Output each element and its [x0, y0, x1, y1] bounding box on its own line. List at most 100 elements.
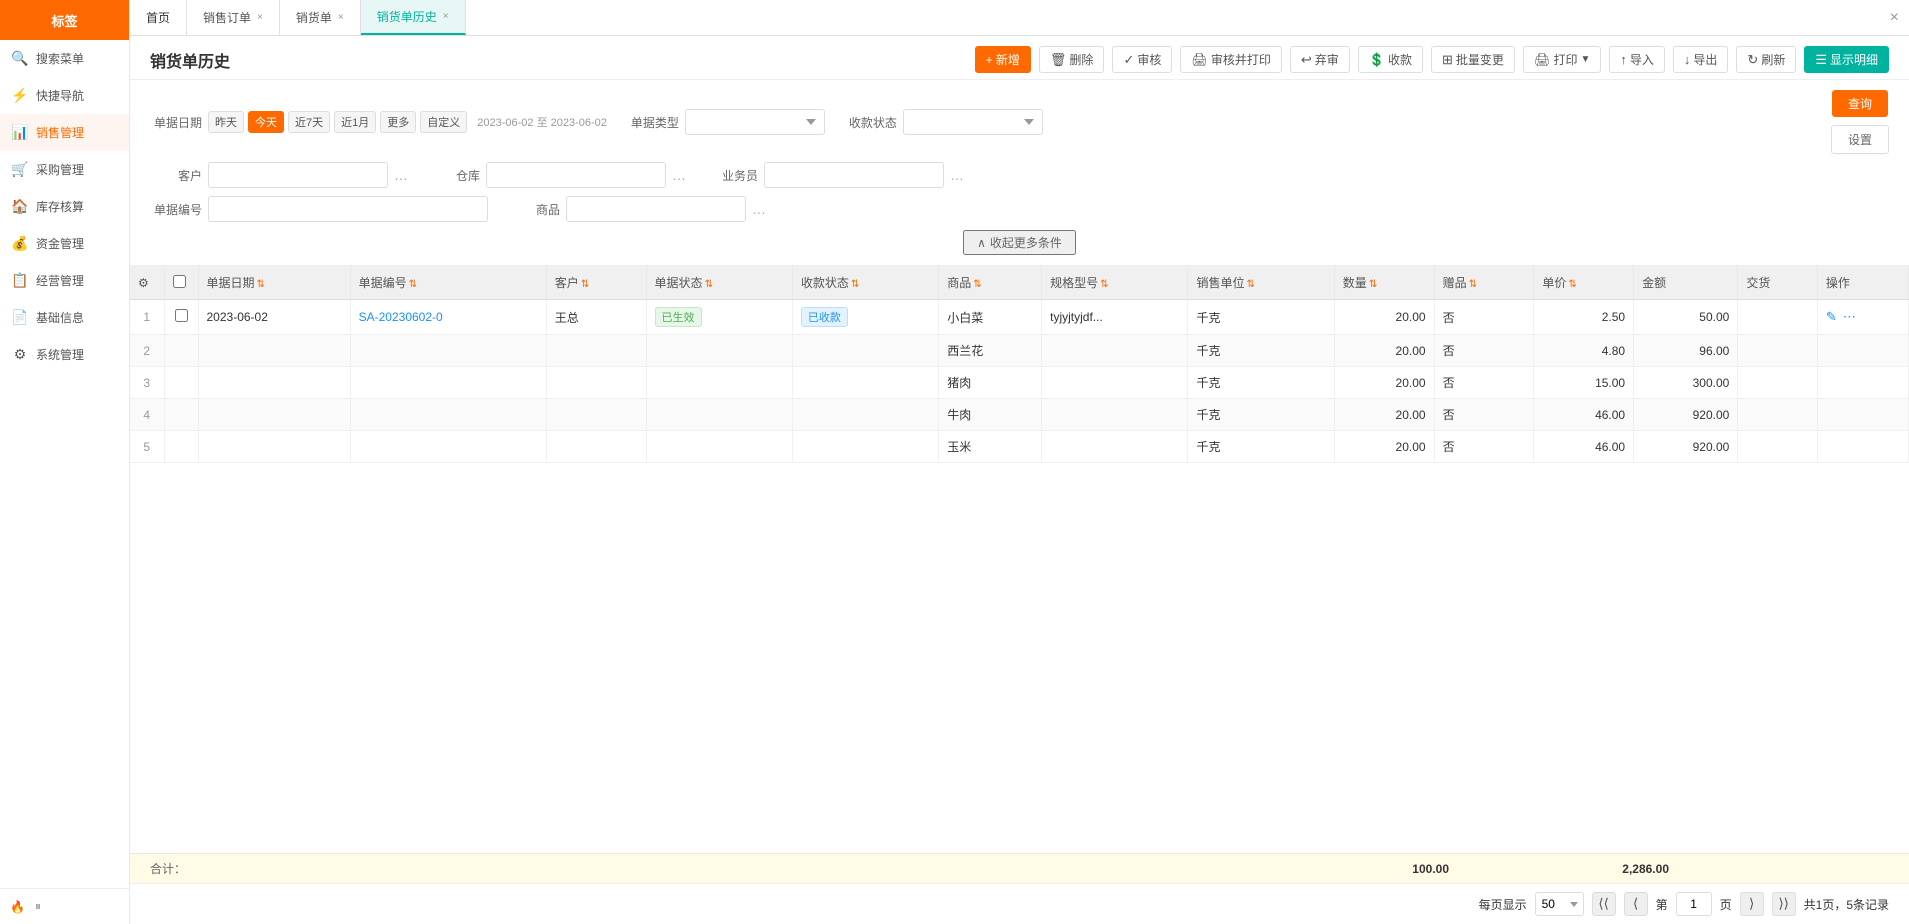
sidebar-item-label: 资金管理 [36, 235, 84, 252]
more-icon[interactable]: ⋯ [1843, 309, 1856, 325]
page-first-btn[interactable]: ⟨⟨ [1592, 892, 1616, 916]
goods-dots[interactable]: … [752, 201, 766, 217]
col-check [164, 266, 198, 300]
cell-amount: 300.00 [1634, 367, 1738, 399]
col-doc-date[interactable]: 单据日期⇅ [198, 266, 350, 300]
new-button[interactable]: + 新增 [975, 46, 1031, 73]
collect-status-select[interactable] [903, 109, 1043, 135]
col-doc-status[interactable]: 单据状态⇅ [646, 266, 792, 300]
sidebar-bottom-icon2[interactable]: ⏸ [35, 899, 41, 914]
tab-sales-delivery[interactable]: 销货单 × [280, 0, 361, 35]
quick-nav-icon: ⚡ [12, 88, 28, 104]
abandon-button[interactable]: ↩ 弃审 [1290, 46, 1350, 73]
salesperson-dots[interactable]: … [950, 167, 964, 183]
sidebar-item-purchase-mgmt[interactable]: 🛒 采购管理 [0, 151, 129, 188]
tab-sales-history-close[interactable]: × [443, 11, 449, 22]
sidebar-item-inventory[interactable]: 🏠 库存核算 [0, 188, 129, 225]
date-yesterday[interactable]: 昨天 [208, 111, 244, 133]
col-gift[interactable]: 赠品⇅ [1434, 266, 1534, 300]
cell-spec: tyjyjtyjdf... [1042, 300, 1188, 335]
import-button[interactable]: ↑ 导入 [1609, 46, 1665, 73]
collapse-button[interactable]: ∧ 收起更多条件 [963, 230, 1076, 255]
sidebar-item-finance[interactable]: 💰 资金管理 [0, 225, 129, 262]
sidebar-item-search-menu[interactable]: 🔍 搜索菜单 [0, 40, 129, 77]
batch-change-button[interactable]: ⊞ 批量变更 [1431, 46, 1515, 73]
tab-home-label: 首页 [146, 9, 170, 26]
doc-status-badge: 已生效 [655, 307, 702, 327]
date-more[interactable]: 更多 [380, 111, 416, 133]
select-all-checkbox[interactable] [173, 275, 186, 288]
audit-button[interactable]: ✓ 审核 [1112, 46, 1172, 73]
col-gear[interactable]: ⚙ [130, 266, 164, 300]
print-button[interactable]: 🖨 打印 ▼ [1523, 46, 1601, 73]
warehouse-dots[interactable]: … [672, 167, 686, 183]
col-qty[interactable]: 数量⇅ [1334, 266, 1434, 300]
doc-no-link[interactable]: SA-20230602-0 [359, 310, 443, 324]
basic-info-icon: 📄 [12, 310, 28, 326]
sidebar-bottom-icon1[interactable]: 🔥 [10, 900, 25, 914]
sidebar-item-label: 基础信息 [36, 309, 84, 326]
operation-icon: 📋 [12, 273, 28, 289]
collect-button[interactable]: 💲 收款 [1358, 46, 1423, 73]
sidebar-item-label: 快捷导航 [36, 87, 84, 104]
sidebar-item-sys-mgmt[interactable]: ⚙ 系统管理 [0, 336, 129, 373]
tab-sales-order-close[interactable]: × [257, 12, 263, 23]
tab-close-all[interactable]: × [1890, 9, 1899, 27]
page-number-input[interactable] [1676, 892, 1712, 916]
col-price[interactable]: 单价⇅ [1534, 266, 1634, 300]
tab-sales-delivery-close[interactable]: × [338, 12, 344, 23]
collapse-icon: ∧ [977, 236, 986, 250]
tab-sales-history[interactable]: 销货单历史 × [361, 0, 466, 35]
date-custom[interactable]: 自定义 [420, 111, 467, 133]
page-next-btn[interactable]: ⟩ [1740, 892, 1764, 916]
date-7days[interactable]: 近7天 [288, 111, 330, 133]
delete-button[interactable]: 🗑 删除 [1039, 46, 1105, 73]
query-button[interactable]: 查询 [1832, 90, 1888, 117]
date-today[interactable]: 今天 [248, 111, 284, 133]
sort-unit-icon: ⇅ [1246, 279, 1254, 290]
col-spec[interactable]: 规格型号⇅ [1042, 266, 1188, 300]
col-goods[interactable]: 商品⇅ [939, 266, 1042, 300]
cell-doc-status [646, 335, 792, 367]
customer-dots[interactable]: … [394, 167, 408, 183]
cell-customer [546, 367, 646, 399]
col-unit[interactable]: 销售单位⇅ [1188, 266, 1334, 300]
display-detail-button[interactable]: ☰ 显示明细 [1804, 46, 1889, 73]
cell-collect-status [792, 399, 938, 431]
filter-collect-status-group: 收款状态 [845, 109, 1043, 135]
page-last-btn[interactable]: ⟩⟩ [1772, 892, 1796, 916]
date-1month[interactable]: 近1月 [334, 111, 376, 133]
sidebar-item-basic-info[interactable]: 📄 基础信息 [0, 299, 129, 336]
tab-home[interactable]: 首页 [130, 0, 187, 35]
table-row: 3 猪肉 千克 20.00 否 15.00 300.00 [130, 367, 1909, 399]
col-customer[interactable]: 客户⇅ [546, 266, 646, 300]
sidebar-item-quick-nav[interactable]: ⚡ 快捷导航 [0, 77, 129, 114]
cell-qty: 20.00 [1334, 367, 1434, 399]
collapse-label: 收起更多条件 [990, 234, 1062, 251]
docno-input[interactable] [208, 196, 488, 222]
date-shortcuts: 昨天 今天 近7天 近1月 更多 自定义 [208, 111, 467, 133]
col-doc-no[interactable]: 单据编号⇅ [350, 266, 546, 300]
cell-check [164, 300, 198, 335]
audit-print-button[interactable]: 🖨 审核并打印 [1180, 46, 1282, 73]
cell-unit: 千克 [1188, 367, 1334, 399]
warehouse-input[interactable] [486, 162, 666, 188]
sidebar-item-sales-mgmt[interactable]: 📊 销售管理 [0, 114, 129, 151]
edit-icon[interactable]: ✎ [1826, 309, 1837, 325]
salesperson-input[interactable] [764, 162, 944, 188]
refresh-button[interactable]: ↻ 刷新 [1736, 46, 1796, 73]
page-prev-btn[interactable]: ⟨ [1624, 892, 1648, 916]
sidebar-item-operation[interactable]: 📋 经营管理 [0, 262, 129, 299]
cell-check [164, 335, 198, 367]
doc-type-select[interactable] [685, 109, 825, 135]
customer-input[interactable] [208, 162, 388, 188]
col-collect-status[interactable]: 收款状态⇅ [792, 266, 938, 300]
row-checkbox[interactable] [175, 309, 188, 322]
export-button[interactable]: ↓ 导出 [1673, 46, 1729, 73]
tab-sales-order-label: 销售订单 [203, 9, 251, 26]
setting-button[interactable]: 设置 [1831, 125, 1889, 154]
per-page-select[interactable]: 50 100 200 [1535, 892, 1584, 916]
tab-sales-order[interactable]: 销售订单 × [187, 0, 280, 35]
cell-doc-status: 已生效 [646, 300, 792, 335]
goods-input[interactable] [566, 196, 746, 222]
